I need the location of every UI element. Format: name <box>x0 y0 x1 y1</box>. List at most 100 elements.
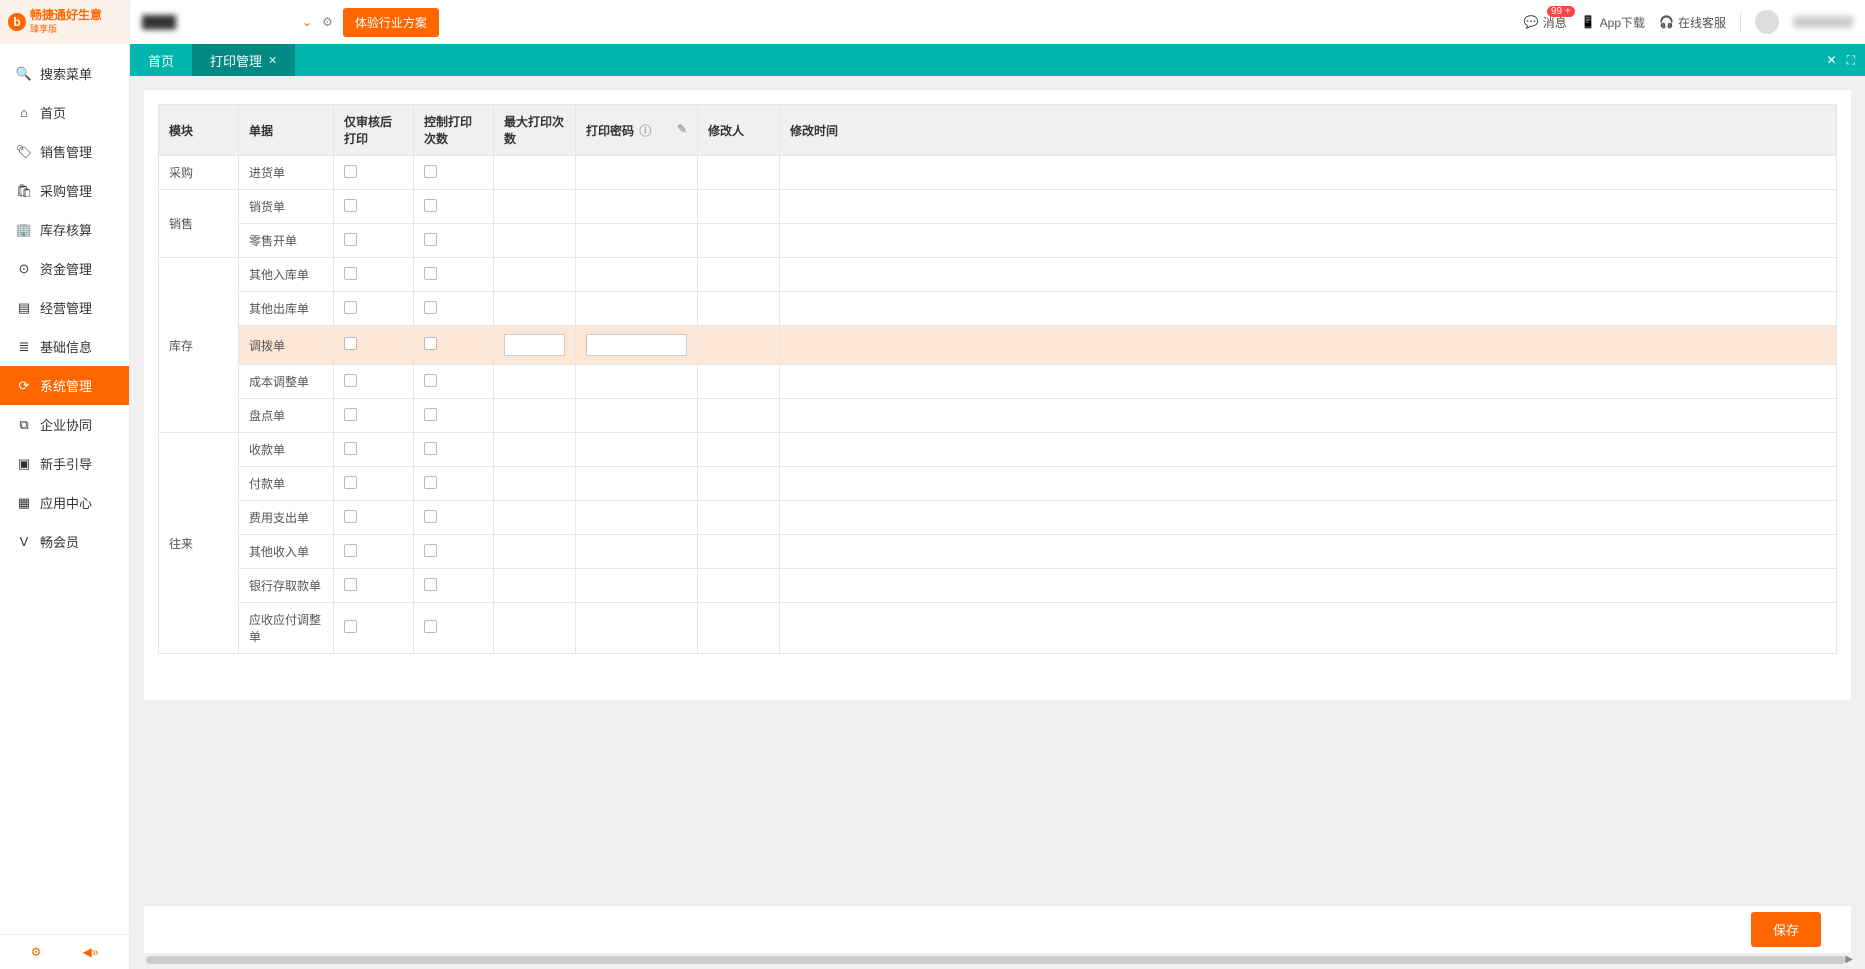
org-selector[interactable]: ████ <box>142 15 292 29</box>
checkbox[interactable] <box>344 544 357 557</box>
checkbox[interactable] <box>344 165 357 178</box>
sidebar-item-8[interactable]: ⟳系统管理 <box>0 366 129 405</box>
sidebar-item-2[interactable]: 🏷 销售管理 <box>0 132 129 171</box>
sidebar-item-1[interactable]: ⌂首页 <box>0 93 129 132</box>
cell-password <box>576 569 698 603</box>
checkbox[interactable] <box>344 620 357 633</box>
table-header-row: 模块 单据 仅审核后打印 控制打印次数 最大打印次数 打印密码 ⓘ ✎ 修改人 <box>159 105 1837 156</box>
sidebar-item-9[interactable]: ⧉企业协同 <box>0 405 129 444</box>
home-icon: ⌂ <box>16 105 32 121</box>
fullscreen-icon[interactable]: ⛶ <box>1847 53 1855 68</box>
checkbox[interactable] <box>424 620 437 633</box>
checkbox[interactable] <box>424 578 437 591</box>
password-input[interactable] <box>586 334 687 356</box>
checkbox[interactable] <box>424 301 437 314</box>
cell-control-count <box>414 156 494 190</box>
cell-modify-time <box>780 603 1837 654</box>
cell-password <box>576 190 698 224</box>
checkbox[interactable] <box>344 510 357 523</box>
checkbox[interactable] <box>424 408 437 421</box>
cell-doc: 销货单 <box>239 190 334 224</box>
checkbox[interactable] <box>424 199 437 212</box>
table-row: 库存其他入库单 <box>159 258 1837 292</box>
checkbox[interactable] <box>424 544 437 557</box>
sidebar-item-7[interactable]: ≣基础信息 <box>0 327 129 366</box>
chevron-down-icon[interactable]: ⌄ <box>302 15 312 29</box>
tag-icon: 🏷 <box>16 144 32 160</box>
help-icon[interactable]: ⓘ <box>639 124 651 138</box>
checkbox[interactable] <box>344 442 357 455</box>
tab-1[interactable]: 打印管理✕ <box>192 44 295 76</box>
industry-plan-button[interactable]: 体验行业方案 <box>343 8 439 37</box>
content: 模块 单据 仅审核后打印 控制打印次数 最大打印次数 打印密码 ⓘ ✎ 修改人 <box>130 76 1865 905</box>
save-button[interactable]: 保存 <box>1751 912 1821 947</box>
grid-icon: ▦ <box>16 495 32 511</box>
table-row: 零售开单 <box>159 224 1837 258</box>
checkbox[interactable] <box>344 476 357 489</box>
checkbox[interactable] <box>424 476 437 489</box>
tab-0[interactable]: 首页 <box>130 44 192 76</box>
cell-password <box>576 224 698 258</box>
scroll-right-icon[interactable]: ▶ <box>1845 954 1853 965</box>
checkbox[interactable] <box>424 267 437 280</box>
cell-audit-only <box>334 292 414 326</box>
main: ████ ⌄ ⚙ 体验行业方案 💬 消息 99 + 📱 App下载 🎧 在线客服 <box>130 0 1865 969</box>
cell-control-count <box>414 224 494 258</box>
checkbox[interactable] <box>344 374 357 387</box>
gear-icon[interactable]: ⚙ <box>322 15 333 29</box>
cell-audit-only <box>334 365 414 399</box>
app-download-link[interactable]: 📱 App下载 <box>1581 14 1645 31</box>
max-count-input[interactable] <box>504 334 565 356</box>
topbar: ████ ⌄ ⚙ 体验行业方案 💬 消息 99 + 📱 App下载 🎧 在线客服 <box>130 0 1865 44</box>
checkbox[interactable] <box>344 337 357 350</box>
checkbox[interactable] <box>344 199 357 212</box>
checkbox[interactable] <box>344 301 357 314</box>
checkbox[interactable] <box>344 578 357 591</box>
sidebar-item-label: 销售管理 <box>40 142 92 161</box>
sidebar-item-10[interactable]: ▣新手引导 <box>0 444 129 483</box>
checkbox[interactable] <box>424 510 437 523</box>
cell-max-count <box>494 292 576 326</box>
online-service-label: 在线客服 <box>1678 14 1726 31</box>
link-icon: ⧉ <box>16 417 32 433</box>
scrollbar-thumb[interactable] <box>146 956 1845 964</box>
cell-modify-time <box>780 535 1837 569</box>
tab-label: 首页 <box>148 51 174 70</box>
tab-close-icon[interactable]: ✕ <box>268 54 277 67</box>
th-audit-only: 仅审核后打印 <box>334 105 414 156</box>
sidebar-item-5[interactable]: ⊙资金管理 <box>0 249 129 288</box>
sidebar-item-label: 畅会员 <box>40 532 79 551</box>
collapse-icon[interactable]: ◀» <box>83 945 99 959</box>
checkbox[interactable] <box>424 374 437 387</box>
th-module: 模块 <box>159 105 239 156</box>
tabs-bar: 首页打印管理✕ ✕ ⛶ <box>130 44 1865 76</box>
checkbox[interactable] <box>424 165 437 178</box>
avatar[interactable] <box>1755 10 1779 34</box>
checkbox[interactable] <box>424 233 437 246</box>
checkbox[interactable] <box>344 233 357 246</box>
sidebar-item-4[interactable]: 🏢库存核算 <box>0 210 129 249</box>
cell-module: 往来 <box>159 433 239 654</box>
horizontal-scrollbar[interactable]: ▶ <box>144 955 1851 965</box>
checkbox[interactable] <box>424 337 437 350</box>
settings-icon[interactable]: ⚙ <box>31 945 42 959</box>
messages-link[interactable]: 💬 消息 99 + <box>1524 14 1567 31</box>
close-all-tabs-icon[interactable]: ✕ <box>1827 53 1837 67</box>
edit-icon[interactable]: ✎ <box>677 122 687 136</box>
checkbox[interactable] <box>344 408 357 421</box>
sidebar-item-0[interactable]: 🔍搜索菜单 <box>0 54 129 93</box>
user-name[interactable] <box>1793 16 1853 28</box>
checkbox[interactable] <box>424 442 437 455</box>
sidebar-item-3[interactable]: 🛍采购管理 <box>0 171 129 210</box>
cell-modifier <box>698 535 780 569</box>
sidebar-item-6[interactable]: ▤经营管理 <box>0 288 129 327</box>
online-service-link[interactable]: 🎧 在线客服 <box>1659 14 1726 31</box>
cell-password <box>576 156 698 190</box>
cell-control-count <box>414 501 494 535</box>
checkbox[interactable] <box>344 267 357 280</box>
cell-password <box>576 292 698 326</box>
cell-modify-time <box>780 326 1837 365</box>
sidebar-item-11[interactable]: ▦应用中心 <box>0 483 129 522</box>
panel: 模块 单据 仅审核后打印 控制打印次数 最大打印次数 打印密码 ⓘ ✎ 修改人 <box>144 90 1851 700</box>
sidebar-item-12[interactable]: V畅会员 <box>0 522 129 561</box>
